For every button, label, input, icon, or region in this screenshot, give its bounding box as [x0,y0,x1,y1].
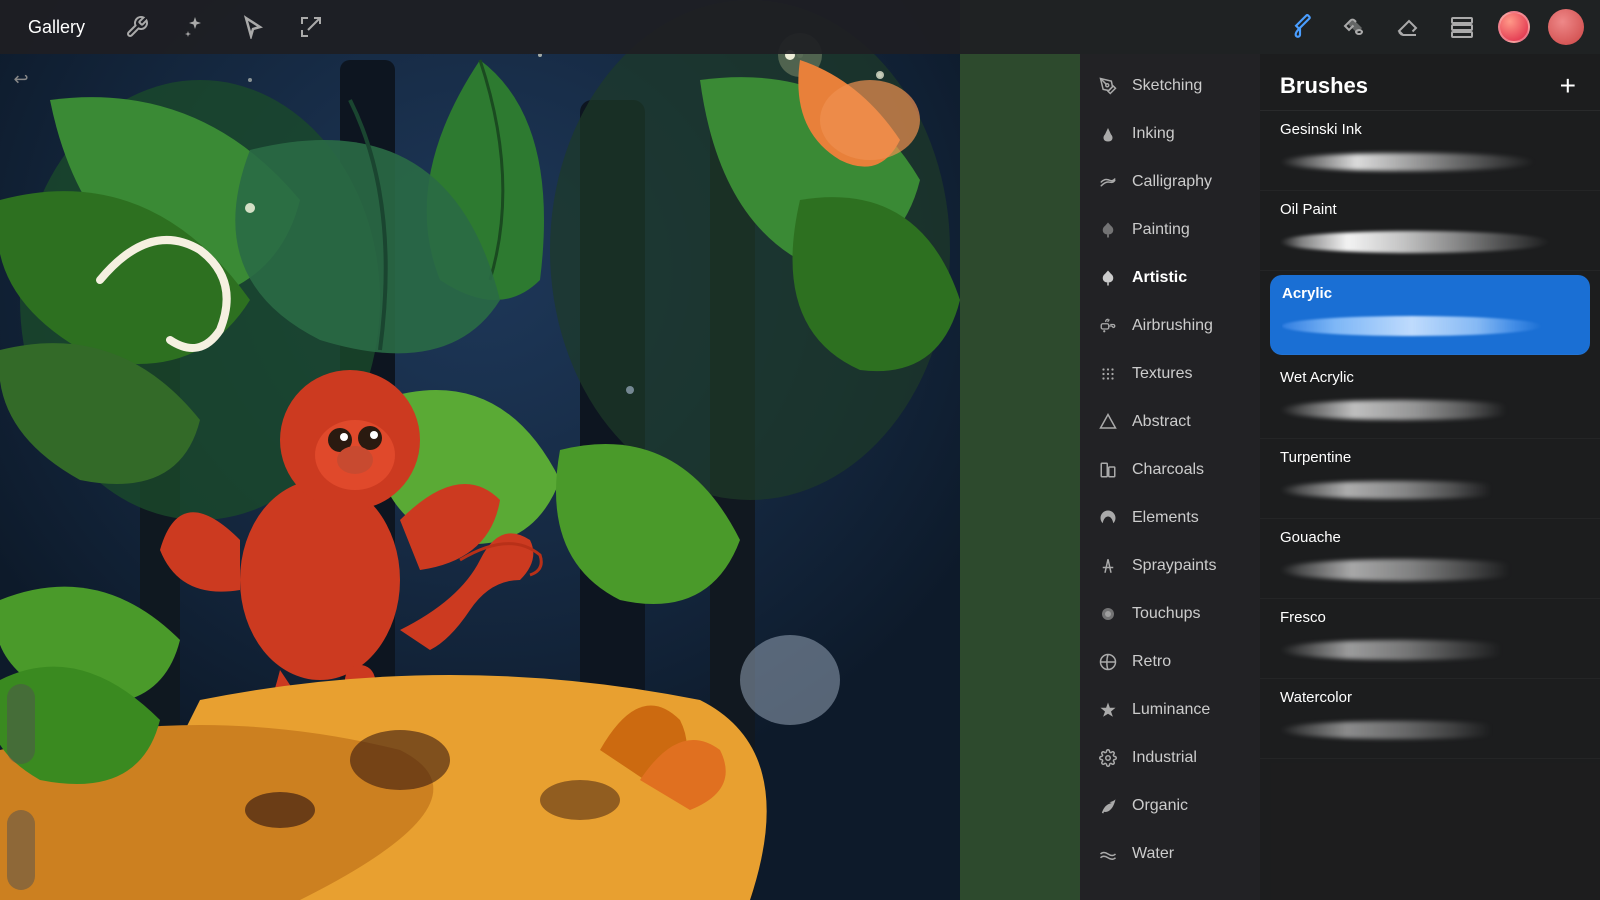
category-touchups[interactable]: Touchups [1080,590,1260,638]
category-elements[interactable]: Elements [1080,494,1260,542]
brushes-title: Brushes [1280,73,1368,99]
organic-icon [1096,794,1120,818]
touchups-icon [1096,602,1120,626]
abstract-icon [1096,410,1120,434]
toolbar: Gallery [0,0,1600,54]
luminance-label: Luminance [1132,701,1210,719]
brush-stroke-gouache [1280,552,1580,588]
toolbar-left: Gallery [16,9,1282,45]
brush-gouache[interactable]: Gouache [1260,519,1600,599]
brush-name-watercolor: Watercolor [1280,689,1580,706]
organic-label: Organic [1132,797,1188,815]
sketching-label: Sketching [1132,77,1202,95]
brush-name-gouache: Gouache [1280,529,1580,546]
luminance-icon [1096,698,1120,722]
brush-stroke-oilpaint [1280,224,1580,260]
spraypaints-icon [1096,554,1120,578]
category-organic[interactable]: Organic [1080,782,1260,830]
category-water[interactable]: Water [1080,830,1260,878]
gallery-button[interactable]: Gallery [16,11,97,44]
charcoals-label: Charcoals [1132,461,1204,479]
inking-label: Inking [1132,125,1175,143]
painting-label: Painting [1132,221,1190,239]
category-calligraphy[interactable]: Calligraphy [1080,158,1260,206]
layers-icon[interactable] [1444,9,1480,45]
brush-stroke-turpentine [1280,472,1580,508]
category-industrial[interactable]: Industrial [1080,734,1260,782]
artistic-label: Artistic [1132,269,1187,287]
smudge-icon[interactable] [1336,9,1372,45]
textures-label: Textures [1132,365,1192,383]
brush-name-oilpaint: Oil Paint [1280,201,1580,218]
category-inking[interactable]: Inking [1080,110,1260,158]
undo-button[interactable]: ↩ [6,64,36,94]
charcoals-icon [1096,458,1120,482]
category-retro[interactable]: Retro [1080,638,1260,686]
brush-stroke-watercolor [1280,712,1580,748]
magic-wand-icon[interactable] [177,9,213,45]
add-brush-button[interactable]: + [1556,72,1580,100]
textures-icon [1096,362,1120,386]
opacity-slider[interactable] [7,684,35,764]
brush-oil-paint[interactable]: Oil Paint [1260,191,1600,271]
toolbar-right [1282,9,1584,45]
category-list: Sketching Inking Calligraphy [1080,54,1260,900]
color-picker[interactable] [1498,11,1530,43]
brush-name-fresco: Fresco [1280,609,1580,626]
spraypaints-label: Spraypaints [1132,557,1217,575]
category-luminance[interactable]: Luminance [1080,686,1260,734]
category-artistic[interactable]: Artistic [1080,254,1260,302]
category-airbrushing[interactable]: Airbrushing [1080,302,1260,350]
industrial-icon [1096,746,1120,770]
artistic-icon [1096,266,1120,290]
category-spraypaints[interactable]: Spraypaints [1080,542,1260,590]
brush-name-acrylic: Acrylic [1282,285,1578,302]
elements-label: Elements [1132,509,1199,527]
painting-icon [1096,218,1120,242]
brush-panel-header: Brushes + [1260,54,1600,111]
category-sketching[interactable]: Sketching [1080,62,1260,110]
brush-name-gesinski: Gesinski Ink [1280,121,1580,138]
category-abstract[interactable]: Abstract [1080,398,1260,446]
retro-label: Retro [1132,653,1171,671]
category-textures[interactable]: Textures [1080,350,1260,398]
brushes-panel: Sketching Inking Calligraphy [1080,54,1600,900]
brush-name-turpentine: Turpentine [1280,449,1580,466]
brush-stroke-wetacrylic [1280,392,1580,428]
selection-icon[interactable] [235,9,271,45]
size-slider[interactable] [7,810,35,890]
avatar[interactable] [1548,9,1584,45]
brush-fresco[interactable]: Fresco [1260,599,1600,679]
brush-watercolor[interactable]: Watercolor [1260,679,1600,759]
inking-icon [1096,122,1120,146]
brush-name-wetacrylic: Wet Acrylic [1280,369,1580,386]
brush-acrylic[interactable]: Acrylic [1270,275,1590,355]
brush-wet-acrylic[interactable]: Wet Acrylic [1260,359,1600,439]
brush-list: Brushes + Gesinski Ink Oil Paint Acrylic [1260,54,1600,900]
calligraphy-label: Calligraphy [1132,173,1212,191]
category-charcoals[interactable]: Charcoals [1080,446,1260,494]
calligraphy-icon [1096,170,1120,194]
sketching-icon [1096,74,1120,98]
water-label: Water [1132,845,1174,863]
category-painting[interactable]: Painting [1080,206,1260,254]
brush-stroke-acrylic [1282,308,1578,344]
abstract-label: Abstract [1132,413,1191,431]
industrial-label: Industrial [1132,749,1197,767]
transform-icon[interactable] [293,9,329,45]
brush-stroke-gesinski [1280,144,1580,180]
brush-gesinski-ink[interactable]: Gesinski Ink [1260,111,1600,191]
left-panel: ↩ [0,54,42,900]
brush-turpentine[interactable]: Turpentine [1260,439,1600,519]
elements-icon [1096,506,1120,530]
eraser-icon[interactable] [1390,9,1426,45]
wrench-icon[interactable] [119,9,155,45]
touchups-label: Touchups [1132,605,1201,623]
brush-stroke-fresco [1280,632,1580,668]
airbrushing-icon [1096,314,1120,338]
water-icon [1096,842,1120,866]
airbrushing-label: Airbrushing [1132,317,1213,335]
retro-icon [1096,650,1120,674]
brush-tool-icon[interactable] [1282,9,1318,45]
